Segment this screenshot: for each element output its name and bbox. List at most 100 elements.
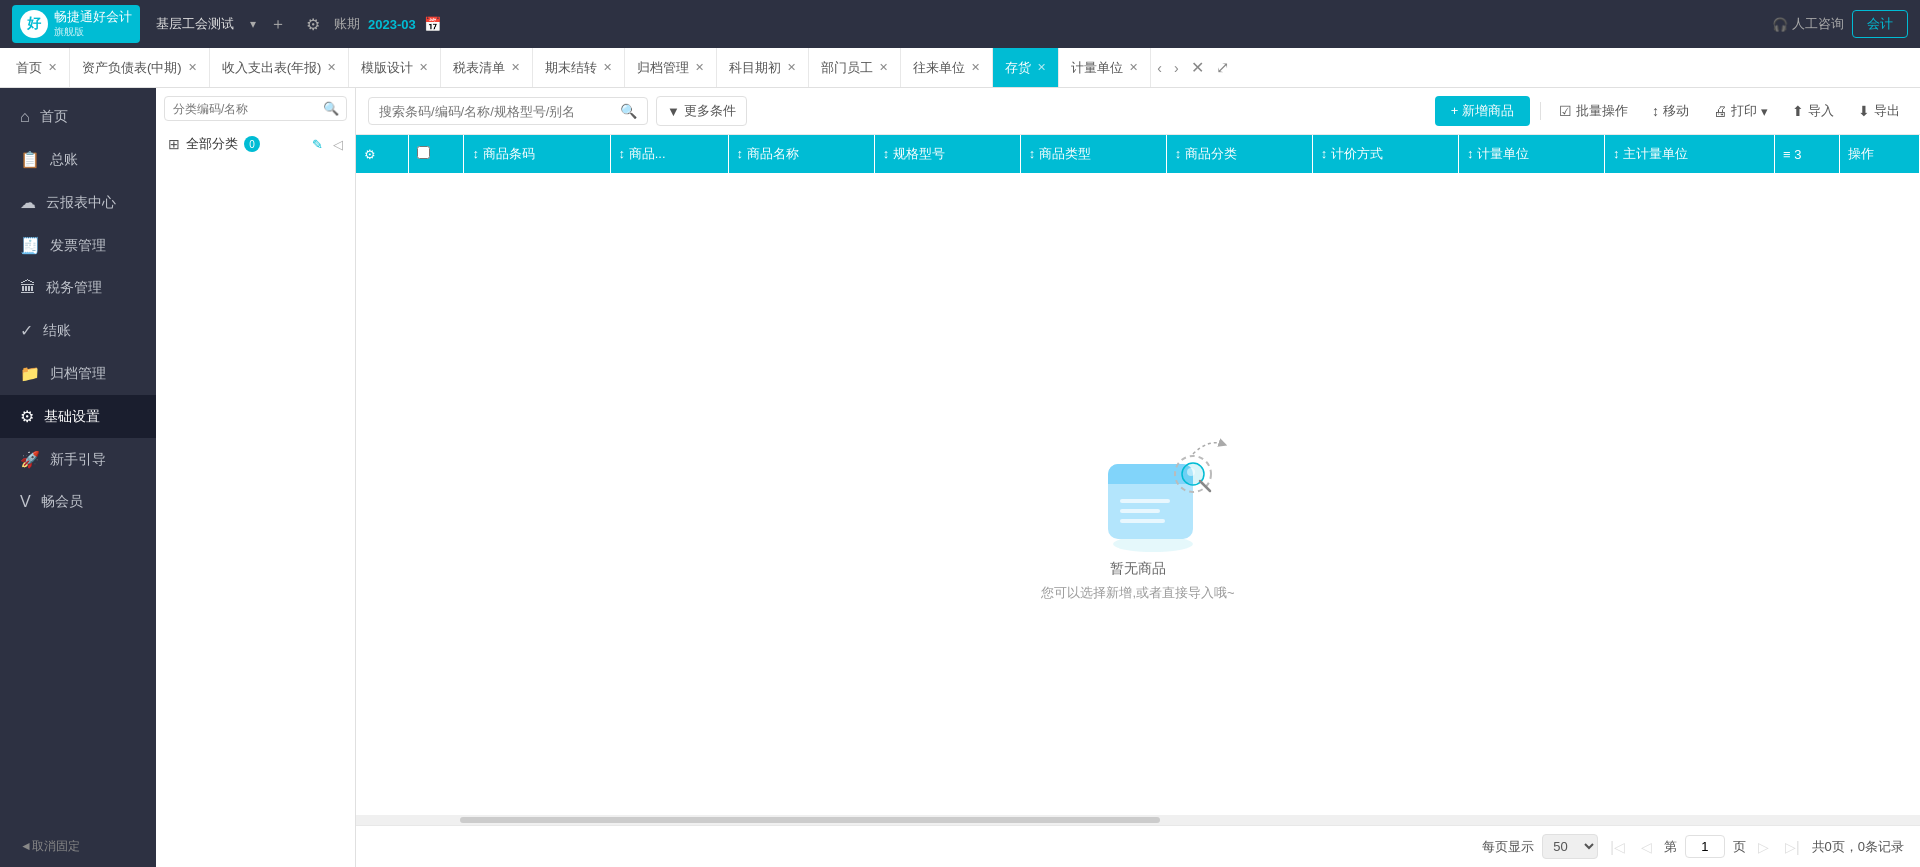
- col-operation: 操作: [1840, 135, 1920, 173]
- filter-btn[interactable]: ▼ 更多条件: [656, 96, 747, 126]
- tab-prev-btn[interactable]: ‹: [1151, 48, 1168, 88]
- workspace-dropdown-icon[interactable]: ▾: [250, 17, 256, 31]
- filter-icon: ▼: [667, 104, 680, 119]
- period-value: 2023-03: [368, 17, 416, 32]
- sidebar-item-home[interactable]: ⌂ 首页: [0, 96, 156, 138]
- page-input[interactable]: [1685, 835, 1725, 858]
- batch-icon: ☑: [1559, 103, 1572, 119]
- tab-dept-close[interactable]: ✕: [879, 61, 888, 74]
- sidebar-item-cloud-report[interactable]: ☁ 云报表中心: [0, 181, 156, 224]
- export-btn[interactable]: ⬇ 导出: [1850, 98, 1908, 124]
- horizontal-scrollbar[interactable]: [356, 815, 1920, 825]
- category-search-icon[interactable]: 🔍: [323, 101, 339, 116]
- svg-rect-3: [1108, 474, 1193, 484]
- tab-unit[interactable]: 计量单位 ✕: [1059, 48, 1151, 88]
- col-type[interactable]: ↕ 商品类型: [1020, 135, 1166, 173]
- page-next-btn[interactable]: ▷: [1754, 837, 1773, 857]
- tab-archive-close[interactable]: ✕: [695, 61, 704, 74]
- divider-1: [1540, 102, 1541, 120]
- select-all-checkbox[interactable]: [417, 146, 430, 159]
- tab-tax-list[interactable]: 税表清单 ✕: [441, 48, 533, 88]
- move-btn[interactable]: ↕ 移动: [1644, 98, 1697, 124]
- tab-period-close[interactable]: ✕: [603, 61, 612, 74]
- cloud-icon: ☁: [20, 193, 36, 212]
- main-layout: ⌂ 首页 📋 总账 ☁ 云报表中心 🧾 发票管理 🏛 税务管理 ✓ 结账 📁 归…: [0, 88, 1920, 867]
- collapse-icon[interactable]: ◁: [333, 137, 343, 152]
- category-edit-icon[interactable]: ✎: [312, 137, 323, 152]
- tab-subject-close[interactable]: ✕: [787, 61, 796, 74]
- print-btn[interactable]: 🖨 打印 ▾: [1705, 98, 1776, 124]
- tab-archive[interactable]: 归档管理 ✕: [625, 48, 717, 88]
- per-page-select[interactable]: 50 10 20 100: [1542, 834, 1598, 859]
- sidebar-item-basic-settings[interactable]: ⚙ 基础设置: [0, 395, 156, 438]
- col-price-mode[interactable]: ↕ 计价方式: [1312, 135, 1458, 173]
- tab-next-btn[interactable]: ›: [1168, 48, 1185, 88]
- tab-tax-close[interactable]: ✕: [511, 61, 520, 74]
- page-label: 第: [1664, 838, 1677, 856]
- page-prev-btn[interactable]: ◁: [1637, 837, 1656, 857]
- sidebar-item-invoice[interactable]: 🧾 发票管理: [0, 224, 156, 267]
- tab-income-close[interactable]: ✕: [327, 61, 336, 74]
- col-settings[interactable]: ⚙: [356, 135, 409, 173]
- tab-home-close[interactable]: ✕: [48, 61, 57, 74]
- tab-unit-close[interactable]: ✕: [1129, 61, 1138, 74]
- col-unit[interactable]: ↕ 计量单位: [1458, 135, 1604, 173]
- member-icon: V: [20, 493, 31, 511]
- tab-balance-sheet[interactable]: 资产负债表(中期) ✕: [70, 48, 210, 88]
- sidebar-item-close-account[interactable]: ✓ 结账: [0, 309, 156, 352]
- empty-subtitle: 您可以选择新增,或者直接导入哦~: [1041, 584, 1234, 602]
- settings-icon[interactable]: ⚙: [300, 11, 326, 38]
- archive-icon: 📁: [20, 364, 40, 383]
- tab-template-design[interactable]: 模版设计 ✕: [349, 48, 441, 88]
- col-spec[interactable]: ↕ 规格型号: [874, 135, 1020, 173]
- per-page-label: 每页显示: [1482, 838, 1534, 856]
- horizontal-scroll-thumb[interactable]: [460, 817, 1160, 823]
- main-search-input[interactable]: [379, 104, 614, 119]
- period-label: 账期: [334, 15, 360, 33]
- grid-icon: ⊞: [168, 136, 180, 152]
- sidebar-item-beginner[interactable]: 🚀 新手引导: [0, 438, 156, 481]
- tab-dept-staff[interactable]: 部门员工 ✕: [809, 48, 901, 88]
- col-category[interactable]: ↕ 商品分类: [1166, 135, 1312, 173]
- col-main-unit[interactable]: ↕ 主计量单位: [1604, 135, 1774, 173]
- tab-period-transfer[interactable]: 期末结转 ✕: [533, 48, 625, 88]
- calendar-icon[interactable]: 📅: [424, 16, 441, 32]
- tab-counterparty[interactable]: 往来单位 ✕: [901, 48, 993, 88]
- tab-income-statement[interactable]: 收入支出表(年报) ✕: [210, 48, 350, 88]
- batch-operation-btn[interactable]: ☑ 批量操作: [1551, 98, 1636, 124]
- tab-close-all-btn[interactable]: ✕: [1185, 48, 1210, 88]
- col-name[interactable]: ↕ 商品名称: [728, 135, 874, 173]
- sidebar-unpin-btn[interactable]: ◄取消固定: [0, 826, 156, 867]
- close-account-icon: ✓: [20, 321, 33, 340]
- page-first-btn[interactable]: |◁: [1606, 837, 1629, 857]
- col-barcode[interactable]: ↕ 商品条码: [464, 135, 610, 173]
- sidebar-item-member[interactable]: V 畅会员: [0, 481, 156, 523]
- tab-expand-btn[interactable]: ⤢: [1210, 48, 1235, 88]
- tab-inventory-close[interactable]: ✕: [1037, 61, 1046, 74]
- logo: 好 畅捷通好会计 旗舰版: [12, 5, 140, 43]
- kuaiji-button[interactable]: 会计: [1852, 10, 1908, 38]
- sidebar-item-tax[interactable]: 🏛 税务管理: [0, 267, 156, 309]
- add-workspace-btn[interactable]: ＋: [264, 10, 292, 39]
- tab-template-close[interactable]: ✕: [419, 61, 428, 74]
- tab-inventory[interactable]: 存货 ✕: [993, 48, 1059, 88]
- category-header[interactable]: ⊞ 全部分类 0 ✎ ◁: [164, 129, 347, 159]
- category-search-input[interactable]: [173, 102, 323, 116]
- tab-counterparty-close[interactable]: ✕: [971, 61, 980, 74]
- category-search-box: 🔍: [164, 96, 347, 121]
- add-product-btn[interactable]: + 新增商品: [1435, 96, 1530, 126]
- tab-subject-init[interactable]: 科目期初 ✕: [717, 48, 809, 88]
- page-last-btn[interactable]: ▷|: [1781, 837, 1804, 857]
- toolbar-actions: + 新增商品 ☑ 批量操作 ↕ 移动 🖨 打印: [1435, 96, 1908, 126]
- sidebar-item-archive[interactable]: 📁 归档管理: [0, 352, 156, 395]
- tab-balance-close[interactable]: ✕: [188, 61, 197, 74]
- main-search-icon[interactable]: 🔍: [620, 103, 637, 119]
- import-btn[interactable]: ⬆ 导入: [1784, 98, 1842, 124]
- sidebar-item-general-ledger[interactable]: 📋 总账: [0, 138, 156, 181]
- col-code[interactable]: ↕ 商品...: [610, 135, 728, 173]
- col-checkbox[interactable]: [409, 135, 464, 173]
- svg-point-10: [1187, 468, 1195, 476]
- ai-consult-btn[interactable]: 🎧 人工咨询: [1772, 15, 1844, 33]
- tab-home[interactable]: 首页 ✕: [4, 48, 70, 88]
- col-extra[interactable]: ≡ 3: [1775, 135, 1840, 173]
